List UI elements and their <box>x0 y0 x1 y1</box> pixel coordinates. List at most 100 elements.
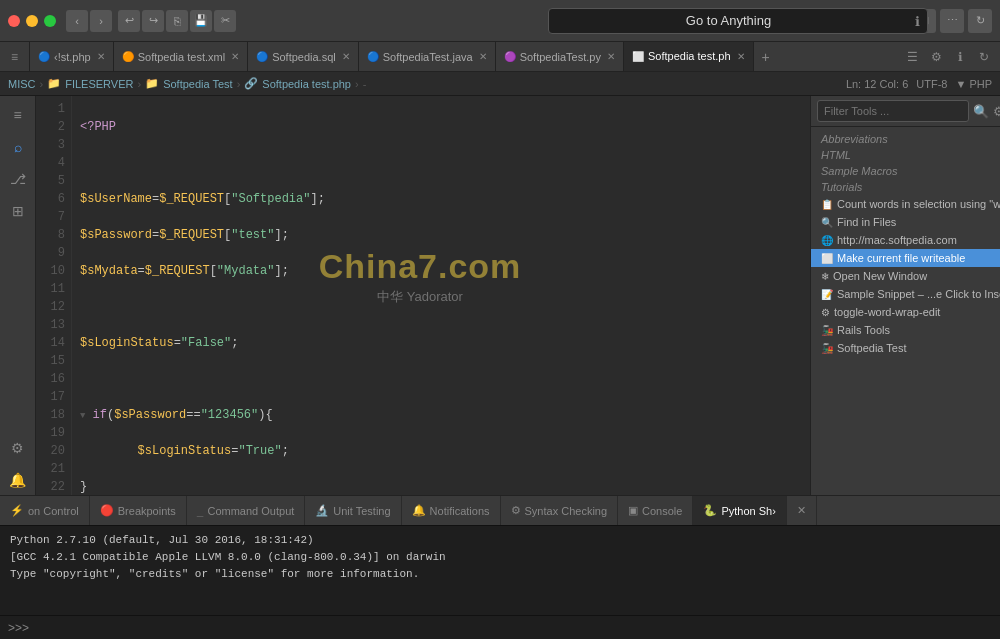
tools-header: 🔍 ⚙ <box>811 96 1000 127</box>
sidebar-search-button[interactable]: ⌕ <box>3 132 33 162</box>
navigation-buttons: ‹ › <box>66 10 112 32</box>
tab-softpediatest-py[interactable]: 🟣 SoftpediaTest.py ✕ <box>496 42 624 72</box>
bottom-tab-ion-control[interactable]: ⚡ on Control <box>0 496 90 526</box>
prompt-symbol: >>> <box>8 621 29 635</box>
tools-item-softpedia-url[interactable]: 🌐 http://mac.softpedia.com <box>811 231 1000 249</box>
bottom-tab-breakpoints[interactable]: 🔴 Breakpoints <box>90 496 187 526</box>
tools-group-macros[interactable]: Sample Macros <box>811 163 1000 179</box>
sidebar-toggle-button[interactable]: ≡ <box>0 42 30 72</box>
tab-close-button[interactable]: ✕ <box>231 51 239 62</box>
goto-input[interactable] <box>548 8 928 34</box>
tab-softpedia-sql[interactable]: 🔵 Softpedia.sql ✕ <box>248 42 359 72</box>
python-shell-icon: 🐍 <box>703 504 717 517</box>
tab-label: Softpedia.sql <box>272 51 336 63</box>
editor-wrapper[interactable]: 1 2 3 4 5 6 7 8 9 10 11 12 13 14 15 16 1 <box>36 96 810 495</box>
ion-control-icon: ⚡ <box>10 504 24 517</box>
tab-softpediatest-java[interactable]: 🔵 SoftpediaTest.java ✕ <box>359 42 496 72</box>
tools-item-toggle-word-wrap[interactable]: ⚙ toggle-word-wrap-edit <box>811 303 1000 321</box>
tab-settings-button[interactable]: ⚙ <box>926 47 946 67</box>
tools-item-softpedia-test[interactable]: 🚂 Softpedia Test <box>811 339 1000 357</box>
line-num-22: 22 <box>36 478 65 495</box>
goto-bar: ℹ <box>548 8 928 34</box>
bottom-tab-command-output[interactable]: _ Command Output <box>187 496 305 526</box>
breadcrumb-filename[interactable]: Softpedia test.php <box>262 78 351 90</box>
cut-button[interactable]: ✂ <box>214 10 236 32</box>
tab-close-button[interactable]: ✕ <box>342 51 350 62</box>
tab-info-button[interactable]: ℹ <box>950 47 970 67</box>
tools-item-make-writeable[interactable]: ⬜ Make current file writeable <box>811 249 1000 267</box>
tab-softpedia-php[interactable]: ⬜ Softpedia test.ph ✕ <box>624 42 754 72</box>
tools-item-sample-snippet[interactable]: 📝 Sample Snippet – ...e Click to Inse <box>811 285 1000 303</box>
nav-back-button[interactable]: ‹ <box>66 10 88 32</box>
tab-close-button[interactable]: ✕ <box>607 51 615 62</box>
maximize-window-button[interactable] <box>44 15 56 27</box>
code-line-9: ▼ if($sPassword=="123456"){ <box>80 406 802 424</box>
code-editor[interactable]: <?PHP $sUserName=$_REQUEST["Softpedia"];… <box>72 96 810 495</box>
line-num-1: 1 <box>36 100 65 118</box>
sidebar-notifications-button[interactable]: 🔔 <box>3 465 33 495</box>
sidebar-files-button[interactable]: ≡ <box>3 100 33 130</box>
titlebar: ‹ › ↩ ↪ ⎘ 💾 ✂ ℹ ▶ ▾ ⏺ 📷 ⊡ ⊞ ☰ ⊟ 👁 ▣ ⊡ ⋯ … <box>0 0 1000 42</box>
sidebar-settings-button[interactable]: ⚙ <box>3 433 33 463</box>
copy-button[interactable]: ⎘ <box>166 10 188 32</box>
tools-group-html[interactable]: HTML <box>811 147 1000 163</box>
bottom-tabs: ⚡ on Control 🔴 Breakpoints _ Command Out… <box>0 495 1000 525</box>
bottom-close-icon: ✕ <box>797 504 806 517</box>
bottom-tab-notifications[interactable]: 🔔 Notifications <box>402 496 501 526</box>
tab-more-button[interactable]: ↻ <box>974 47 994 67</box>
bottom-tab-syntax-checking[interactable]: ⚙ Syntax Checking <box>501 496 619 526</box>
nav-forward-button[interactable]: › <box>90 10 112 32</box>
bottom-tab-unit-testing[interactable]: 🔬 Unit Testing <box>305 496 401 526</box>
python-output-line2: [GCC 4.2.1 Compatible Apple LLVM 8.0.0 (… <box>10 549 990 566</box>
tools-settings-button[interactable]: ⚙ <box>993 101 1000 121</box>
close-window-button[interactable] <box>8 15 20 27</box>
tools-item-wrap-icon: ⚙ <box>821 307 830 318</box>
tab-overflow-button[interactable]: ☰ <box>902 47 922 67</box>
line-num-8: 8 <box>36 226 65 244</box>
bottom-tab-close-button[interactable]: ✕ <box>787 496 817 526</box>
tools-group-tutorials[interactable]: Tutorials <box>811 179 1000 195</box>
tab-icon: 🔵 <box>256 51 268 62</box>
save-button[interactable]: 💾 <box>190 10 212 32</box>
tools-item-rails-tools[interactable]: 🚂 Rails Tools <box>811 321 1000 339</box>
tab-softpedia-xml[interactable]: 🟠 Softpedia test.xml ✕ <box>114 42 248 72</box>
refresh-button[interactable]: ↻ <box>968 9 992 33</box>
tab-label: Softpedia test.xml <box>138 51 225 63</box>
tools-item-find-label: Find in Files <box>837 216 896 228</box>
tab-close-button[interactable]: ✕ <box>737 51 745 62</box>
code-line-2 <box>80 154 802 172</box>
redo-button[interactable]: ↪ <box>142 10 164 32</box>
tools-item-open-window[interactable]: ❄ Open New Window <box>811 267 1000 285</box>
tools-search-button[interactable]: 🔍 <box>973 101 989 121</box>
tab-st-php[interactable]: 🔵 ‹!st.php ✕ <box>30 42 114 72</box>
bottom-tab-python-shell[interactable]: 🐍 Python Sh› <box>693 496 786 526</box>
breadcrumb-fileserver[interactable]: FILESERVER <box>65 78 133 90</box>
tab-close-button[interactable]: ✕ <box>479 51 487 62</box>
minimize-window-button[interactable] <box>26 15 38 27</box>
code-line-4: $sPassword=$_REQUEST["test"]; <box>80 226 802 244</box>
line-num-5: 5 <box>36 172 65 190</box>
command-output-label: Command Output <box>207 505 294 517</box>
sidebar-extensions-button[interactable]: ⊞ <box>3 196 33 226</box>
breadcrumb-softpedia-test[interactable]: Softpedia Test <box>163 78 233 90</box>
python-shell-label: Python Sh› <box>721 505 775 517</box>
tools-item-rails-label: Rails Tools <box>837 324 890 336</box>
tools-item-count-words[interactable]: 📋 Count words in selection using "w <box>811 195 1000 213</box>
tools-item-find-files[interactable]: 🔍 Find in Files <box>811 213 1000 231</box>
tab-label: SoftpediaTest.java <box>383 51 473 63</box>
bottom-tab-console[interactable]: ▣ Console <box>618 496 693 526</box>
line-num-10: 10 <box>36 262 65 280</box>
undo-button[interactable]: ↩ <box>118 10 140 32</box>
tab-label: SoftpediaTest.py <box>520 51 601 63</box>
more-button[interactable]: ⋯ <box>940 9 964 33</box>
tab-icon: 🟣 <box>504 51 516 62</box>
tools-search-input[interactable] <box>817 100 969 122</box>
sidebar-git-button[interactable]: ⎇ <box>3 164 33 194</box>
add-tab-button[interactable]: + <box>754 42 778 72</box>
breadcrumb-misc[interactable]: MISC <box>8 78 36 90</box>
tab-close-button[interactable]: ✕ <box>97 51 105 62</box>
line-num-2: 2 <box>36 118 65 136</box>
python-prompt-input[interactable] <box>35 622 992 634</box>
tools-group-abbreviations[interactable]: Abbreviations <box>811 131 1000 147</box>
line-num-18: 18 <box>36 406 65 424</box>
